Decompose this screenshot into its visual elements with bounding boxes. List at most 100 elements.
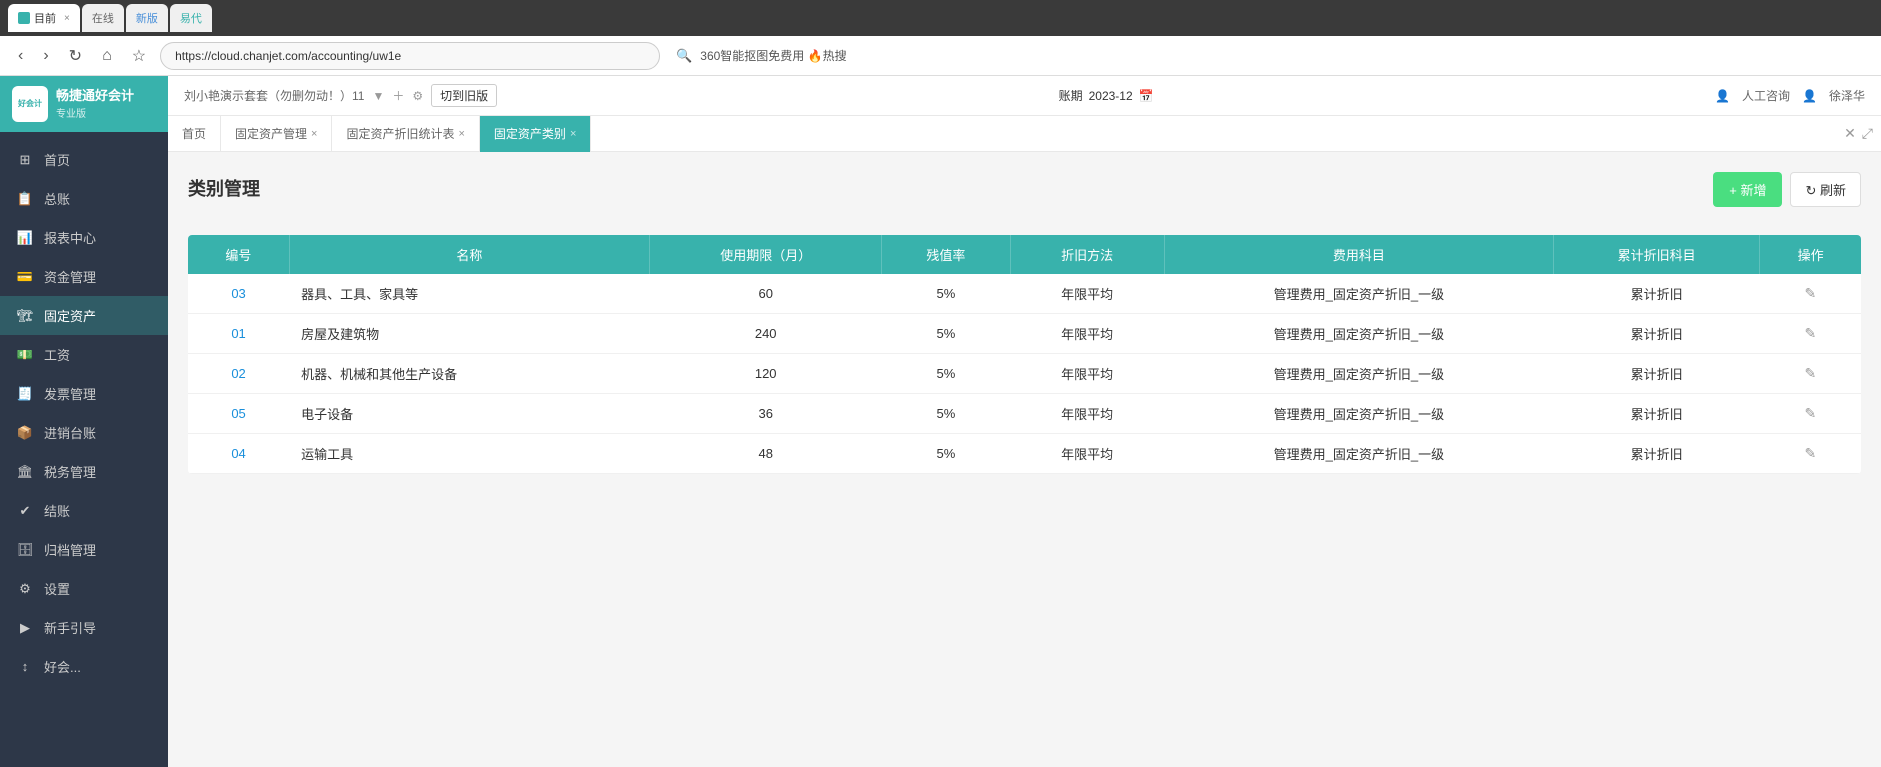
cell-accum: 累计折旧 bbox=[1554, 434, 1760, 474]
sidebar-item-checkout[interactable]: ✔ 结账 bbox=[0, 491, 168, 530]
reports-icon: 📊 bbox=[16, 229, 34, 247]
switch-version-btn[interactable]: 切到旧版 bbox=[431, 84, 497, 107]
cell-rate: 5% bbox=[882, 274, 1010, 314]
cell-accum: 累计折旧 bbox=[1554, 354, 1760, 394]
edit-button[interactable]: ✎ bbox=[1805, 365, 1817, 382]
browser-tab[interactable]: 在线 bbox=[82, 4, 124, 32]
col-header-accum: 累计折旧科目 bbox=[1554, 235, 1760, 274]
tab-expand-icon[interactable]: ⤢ bbox=[1862, 125, 1873, 142]
sidebar-item-funds[interactable]: 💳 资金管理 bbox=[0, 257, 168, 296]
cell-code: 02 bbox=[188, 354, 289, 394]
tab-home-label: 首页 bbox=[182, 125, 206, 142]
tab-fixed-mgmt-close[interactable]: × bbox=[311, 128, 317, 140]
avatar-icon: 👤 bbox=[1802, 89, 1817, 103]
tab-fixed-category-close[interactable]: × bbox=[570, 128, 576, 140]
cell-code: 03 bbox=[188, 274, 289, 314]
cell-edit[interactable]: ✎ bbox=[1760, 274, 1861, 314]
gear-icon[interactable]: ⚙ bbox=[412, 89, 423, 103]
sidebar-title-block: 畅捷通好会计 专业版 bbox=[56, 88, 134, 120]
col-header-rate: 残值率 bbox=[882, 235, 1010, 274]
tabs-bar: 首页 固定资产管理 × 固定资产折旧统计表 × 固定资产类别 × ✕ ⤢ bbox=[168, 116, 1881, 152]
sidebar-item-invoice[interactable]: 🧾 发票管理 bbox=[0, 374, 168, 413]
service-label[interactable]: 人工咨询 bbox=[1742, 87, 1790, 104]
edit-button[interactable]: ✎ bbox=[1805, 285, 1817, 302]
tab-fixed-category-label: 固定资产类别 bbox=[494, 125, 566, 142]
add-button[interactable]: + 新增 bbox=[1713, 172, 1782, 207]
edit-button[interactable]: ✎ bbox=[1805, 325, 1817, 342]
period-value: 2023-12 bbox=[1089, 89, 1133, 103]
tab-home[interactable]: 首页 bbox=[168, 116, 221, 152]
tab-close-all-icon[interactable]: ✕ bbox=[1844, 125, 1856, 142]
col-header-code: 编号 bbox=[188, 235, 289, 274]
address-input[interactable] bbox=[160, 42, 660, 70]
cell-expense: 管理费用_固定资产折旧_一级 bbox=[1164, 274, 1553, 314]
home-button[interactable]: ⌂ bbox=[96, 45, 118, 67]
forward-button[interactable]: › bbox=[37, 45, 54, 67]
tab-fixed-category[interactable]: 固定资产类别 × bbox=[480, 116, 591, 152]
sidebar-item-settings[interactable]: ⚙ 设置 bbox=[0, 569, 168, 608]
table-body: 03 器具、工具、家具等 60 5% 年限平均 管理费用_固定资产折旧_一级 累… bbox=[188, 274, 1861, 474]
browser-tab-active[interactable]: 目前 × bbox=[8, 4, 80, 32]
edit-button[interactable]: ✎ bbox=[1805, 445, 1817, 462]
browser-tab-label: 目前 bbox=[34, 10, 56, 26]
tab-actions: ✕ ⤢ bbox=[1836, 125, 1881, 142]
sidebar-item-label: 进销台账 bbox=[44, 423, 96, 442]
cell-period: 36 bbox=[650, 394, 882, 434]
sidebar-item-archive[interactable]: 🗄 归档管理 bbox=[0, 530, 168, 569]
cell-rate: 5% bbox=[882, 434, 1010, 474]
cell-edit[interactable]: ✎ bbox=[1760, 314, 1861, 354]
address-bar: ‹ › ↻ ⌂ ☆ 🔍 360智能抠图免费用 🔥热搜 bbox=[0, 36, 1881, 76]
settings-icon: ⚙ bbox=[16, 580, 34, 598]
sidebar-item-more[interactable]: ↕ 好会... bbox=[0, 647, 168, 686]
cell-name: 运输工具 bbox=[289, 434, 649, 474]
search-label: 360智能抠图免费用 🔥热搜 bbox=[700, 47, 846, 64]
tab-fixed-mgmt[interactable]: 固定资产管理 × bbox=[221, 116, 332, 152]
ledger-icon: 📋 bbox=[16, 190, 34, 208]
cell-rate: 5% bbox=[882, 314, 1010, 354]
sidebar-item-salary[interactable]: 💵 工资 bbox=[0, 335, 168, 374]
tab-fixed-depr-label: 固定资产折旧统计表 bbox=[346, 125, 454, 142]
tab-fixed-mgmt-label: 固定资产管理 bbox=[235, 125, 307, 142]
username: 徐泽华 bbox=[1829, 87, 1865, 104]
sidebar-item-label: 资金管理 bbox=[44, 267, 96, 286]
add-icon[interactable]: ＋ bbox=[392, 87, 404, 104]
cell-edit[interactable]: ✎ bbox=[1760, 354, 1861, 394]
col-header-name: 名称 bbox=[289, 235, 649, 274]
cell-expense: 管理费用_固定资产折旧_一级 bbox=[1164, 434, 1553, 474]
browser-tab-close[interactable]: × bbox=[64, 13, 70, 24]
tab-fixed-depr-close[interactable]: × bbox=[458, 128, 464, 140]
tax-icon: 🏛 bbox=[16, 463, 34, 481]
sidebar-item-reports[interactable]: 📊 报表中心 bbox=[0, 218, 168, 257]
tab-fixed-depr[interactable]: 固定资产折旧统计表 × bbox=[332, 116, 479, 152]
cell-name: 房屋及建筑物 bbox=[289, 314, 649, 354]
sidebar-item-inout[interactable]: 📦 进销台账 bbox=[0, 413, 168, 452]
table-row: 04 运输工具 48 5% 年限平均 管理费用_固定资产折旧_一级 累计折旧 ✎ bbox=[188, 434, 1861, 474]
cell-method: 年限平均 bbox=[1010, 354, 1164, 394]
sidebar-item-guide[interactable]: ▶ 新手引导 bbox=[0, 608, 168, 647]
sidebar-item-ledger[interactable]: 📋 总账 bbox=[0, 179, 168, 218]
reload-button[interactable]: ↻ bbox=[63, 44, 88, 68]
page-toolbar: + 新增 ↻ 刷新 bbox=[1713, 172, 1861, 207]
table-row: 01 房屋及建筑物 240 5% 年限平均 管理费用_固定资产折旧_一级 累计折… bbox=[188, 314, 1861, 354]
user-name: 刘小艳演示套套（勿删勿动！）11 bbox=[184, 87, 364, 104]
refresh-button[interactable]: ↻ 刷新 bbox=[1790, 172, 1861, 207]
col-header-expense: 费用科目 bbox=[1164, 235, 1553, 274]
col-header-method: 折旧方法 bbox=[1010, 235, 1164, 274]
browser-tab[interactable]: 新版 bbox=[126, 4, 168, 32]
sidebar-item-home[interactable]: ⊞ 首页 bbox=[0, 140, 168, 179]
cell-code: 04 bbox=[188, 434, 289, 474]
cell-edit[interactable]: ✎ bbox=[1760, 434, 1861, 474]
sidebar-nav: ⊞ 首页 📋 总账 📊 报表中心 💳 资金管理 🏗 固定资产 💵 工资 bbox=[0, 132, 168, 767]
sidebar-item-label: 好会... bbox=[44, 657, 81, 676]
edit-button[interactable]: ✎ bbox=[1805, 405, 1817, 422]
cell-name: 机器、机械和其他生产设备 bbox=[289, 354, 649, 394]
sidebar-item-tax[interactable]: 🏛 税务管理 bbox=[0, 452, 168, 491]
sidebar-item-fixed[interactable]: 🏗 固定资产 bbox=[0, 296, 168, 335]
cell-name: 电子设备 bbox=[289, 394, 649, 434]
back-button[interactable]: ‹ bbox=[12, 45, 29, 67]
calendar-icon[interactable]: 📅 bbox=[1139, 89, 1154, 103]
cell-edit[interactable]: ✎ bbox=[1760, 394, 1861, 434]
cell-name: 器具、工具、家具等 bbox=[289, 274, 649, 314]
bookmark-button[interactable]: ☆ bbox=[126, 44, 152, 68]
browser-tab[interactable]: 易代 bbox=[170, 4, 212, 32]
